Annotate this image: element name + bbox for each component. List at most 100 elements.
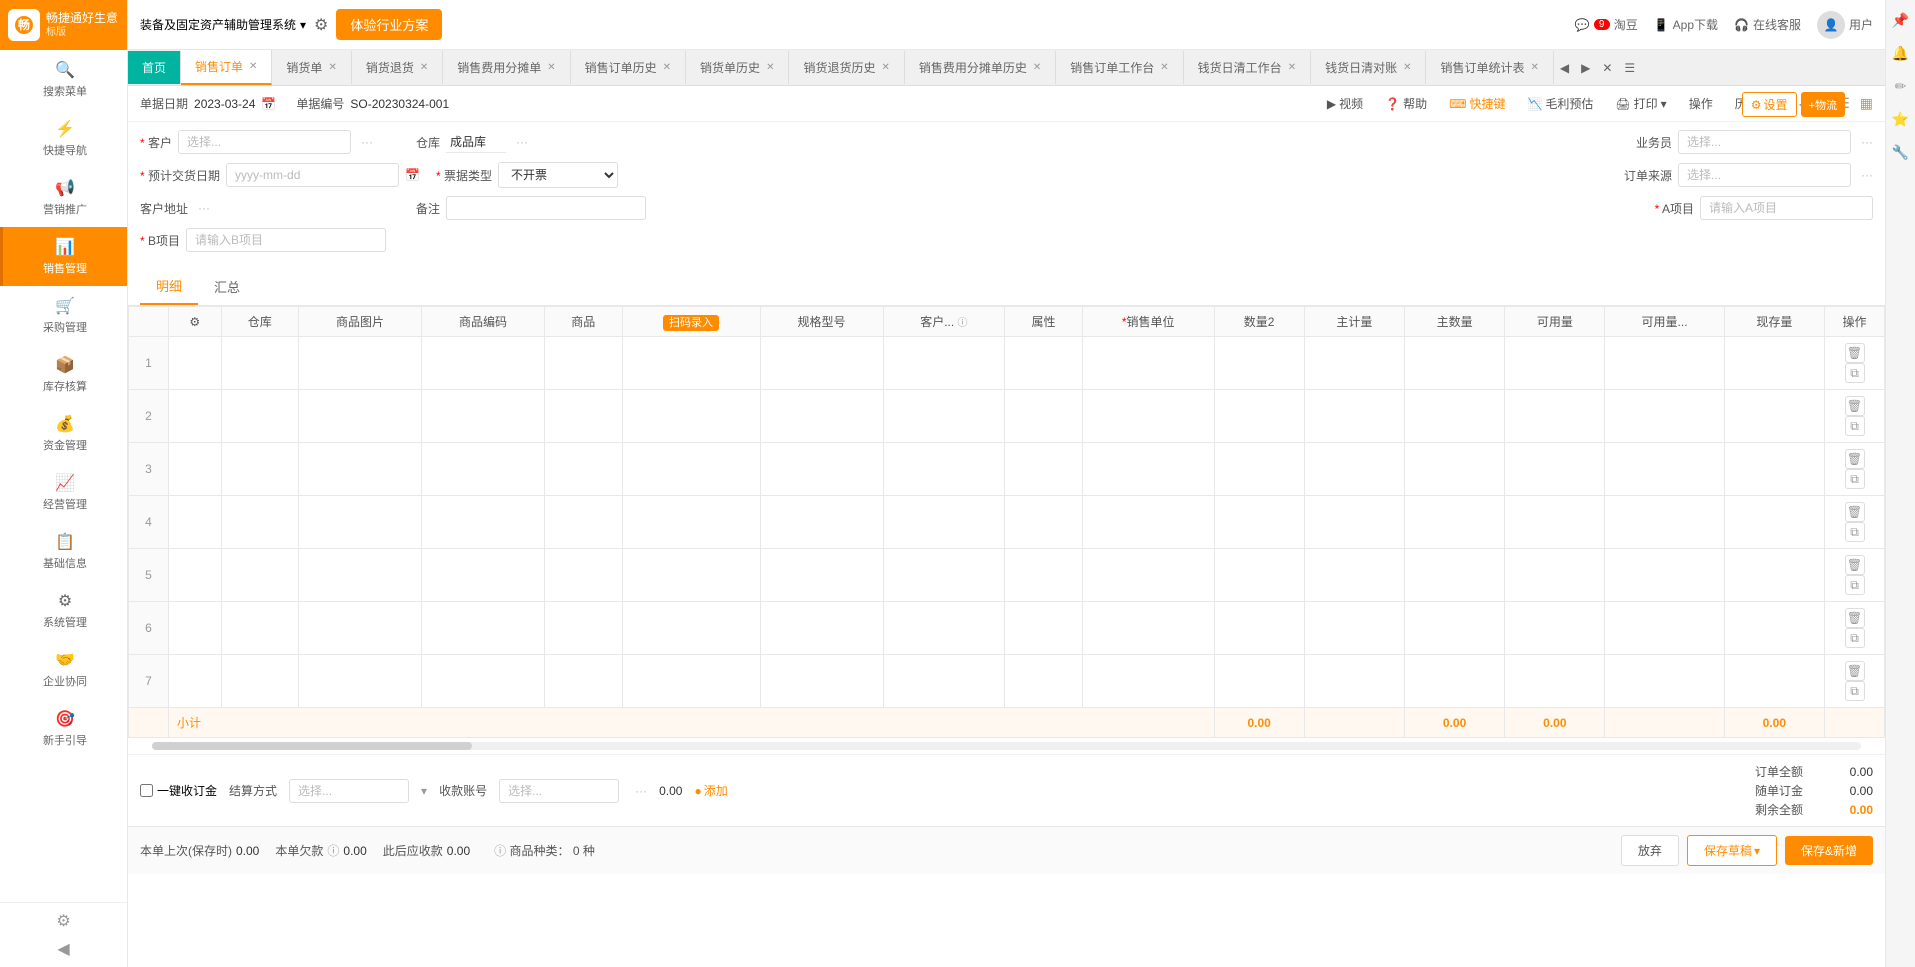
copy-row-btn[interactable]: ⧉ bbox=[1845, 469, 1865, 489]
detail-tab-detail[interactable]: 明细 bbox=[140, 268, 198, 305]
tab-home[interactable]: 首页 bbox=[128, 51, 181, 84]
sidebar-item-enterprise[interactable]: 🤝 企业协同 bbox=[0, 640, 127, 699]
tab-sales-workbench[interactable]: 销售订单工作台 ✕ bbox=[1056, 51, 1183, 84]
tab-cash-daily[interactable]: 钱货日清工作台 ✕ bbox=[1184, 51, 1311, 84]
delete-row-btn[interactable]: 🗑 bbox=[1845, 343, 1865, 363]
sidebar-item-marketing[interactable]: 📢 营销推广 bbox=[0, 168, 127, 227]
a-project-input[interactable] bbox=[1700, 196, 1873, 220]
tool-icon[interactable]: 🔧 bbox=[1888, 140, 1913, 165]
tab-sales-fee-split[interactable]: 销售费用分摊单 ✕ bbox=[443, 51, 570, 84]
tab-sales-refund-history[interactable]: 销货退货历史 ✕ bbox=[789, 51, 904, 84]
tab-close-sales-summary[interactable]: ✕ bbox=[1531, 62, 1539, 73]
staff-input[interactable] bbox=[1678, 130, 1851, 154]
sidebar-item-system[interactable]: ⚙ 系统管理 bbox=[0, 581, 127, 640]
tab-cash-reconcile[interactable]: 钱货日清对账 ✕ bbox=[1311, 51, 1426, 84]
sidebar-item-operations[interactable]: 📈 经营管理 bbox=[0, 463, 127, 522]
scrollbar-track[interactable] bbox=[152, 742, 1861, 750]
customer-dots-icon[interactable]: ··· bbox=[361, 135, 373, 149]
discard-btn[interactable]: 放弃 bbox=[1621, 835, 1679, 866]
sidebar-item-base[interactable]: 📋 基础信息 bbox=[0, 522, 127, 581]
copy-row-btn[interactable]: ⧉ bbox=[1845, 522, 1865, 542]
system-title[interactable]: 装备及固定资产辅助管理系统 ▾ bbox=[140, 16, 306, 33]
app-download-btn[interactable]: 📱 App下载 bbox=[1654, 16, 1718, 33]
tab-close-all[interactable]: ✕ bbox=[1596, 57, 1618, 79]
tab-scroll-left[interactable]: ◀ bbox=[1554, 57, 1575, 79]
copy-row-btn[interactable]: ⧉ bbox=[1845, 628, 1865, 648]
sidebar-item-purchase[interactable]: 🛒 采购管理 bbox=[0, 286, 127, 345]
col-settings[interactable]: ⚙ bbox=[169, 307, 222, 337]
tab-sales-order-history[interactable]: 销售订单历史 ✕ bbox=[571, 51, 686, 84]
tab-sales-return[interactable]: 销货单 ✕ bbox=[272, 51, 351, 84]
staff-dots-icon[interactable]: ··· bbox=[1861, 135, 1873, 149]
tab-menu[interactable]: ☰ bbox=[1618, 57, 1641, 79]
tab-close-sales-order[interactable]: ✕ bbox=[249, 61, 257, 72]
help-btn[interactable]: ❓ 帮助 bbox=[1379, 92, 1433, 115]
collapse-icon[interactable]: ◀ bbox=[57, 939, 69, 959]
delete-row-btn[interactable]: 🗑 bbox=[1845, 555, 1865, 575]
grid-view-icon[interactable]: ▦ bbox=[1860, 95, 1873, 112]
message-btn[interactable]: 💬 9 淘豆 bbox=[1575, 16, 1638, 33]
delete-row-btn[interactable]: 🗑 bbox=[1845, 608, 1865, 628]
sidebar-item-search[interactable]: 🔍 搜索菜单 bbox=[0, 50, 127, 109]
delete-row-btn[interactable]: 🗑 bbox=[1845, 502, 1865, 522]
profit-btn[interactable]: 📉 毛利预估 bbox=[1521, 92, 1599, 115]
tab-close-sales-return[interactable]: ✕ bbox=[328, 62, 336, 73]
settings-bottom-icon[interactable]: ⚙ bbox=[56, 911, 70, 931]
tab-close-cash-daily[interactable]: ✕ bbox=[1288, 62, 1296, 73]
sidebar-item-sales[interactable]: 📊 销售管理 bbox=[0, 227, 127, 286]
delete-row-btn[interactable]: 🗑 bbox=[1845, 449, 1865, 469]
view-btn[interactable]: ▶ 视频 bbox=[1321, 92, 1369, 115]
sidebar-item-quick-nav[interactable]: ⚡ 快捷导航 bbox=[0, 109, 127, 168]
setup-btn[interactable]: ⚙ 设置 bbox=[1742, 92, 1797, 117]
calendar-icon[interactable]: 📅 bbox=[261, 97, 276, 111]
sidebar-item-inventory[interactable]: 📦 库存核算 bbox=[0, 345, 127, 404]
delete-row-btn[interactable]: 🗑 bbox=[1845, 661, 1865, 681]
tab-sales-fee-history[interactable]: 销售费用分摊单历史 ✕ bbox=[905, 51, 1056, 84]
tab-scroll-right[interactable]: ▶ bbox=[1575, 57, 1596, 79]
tab-close-sales-order-history[interactable]: ✕ bbox=[663, 62, 671, 73]
one-click-input[interactable] bbox=[140, 784, 153, 797]
delivery-calendar-icon[interactable]: 📅 bbox=[405, 168, 420, 182]
tab-close-sales-refund-history[interactable]: ✕ bbox=[881, 62, 889, 73]
online-service-btn[interactable]: 🎧 在线客服 bbox=[1734, 16, 1801, 33]
print-btn[interactable]: 🖨 打印 ▾ bbox=[1609, 92, 1672, 115]
bank-dots-icon[interactable]: ··· bbox=[635, 784, 647, 798]
edit-icon[interactable]: ✏ bbox=[1891, 74, 1911, 99]
col-scan[interactable]: 扫码录入 bbox=[622, 307, 760, 337]
save-new-btn[interactable]: 保存&新增 bbox=[1785, 836, 1873, 865]
star-icon[interactable]: ⭐ bbox=[1888, 107, 1913, 132]
tab-close-sales-fee-split[interactable]: ✕ bbox=[547, 62, 555, 73]
bell-icon[interactable]: 🔔 bbox=[1888, 41, 1913, 66]
copy-row-btn[interactable]: ⧉ bbox=[1845, 363, 1865, 383]
copy-row-btn[interactable]: ⧉ bbox=[1845, 681, 1865, 701]
pin-icon[interactable]: 📌 bbox=[1888, 8, 1913, 33]
sidebar-item-guide[interactable]: 🎯 新手引导 bbox=[0, 699, 127, 758]
payment-method-select[interactable] bbox=[289, 779, 409, 803]
copy-row-btn[interactable]: ⧉ bbox=[1845, 416, 1865, 436]
delivery-date-input[interactable] bbox=[226, 163, 399, 187]
sidebar-item-finance[interactable]: 💰 资金管理 bbox=[0, 404, 127, 463]
detail-tab-summary[interactable]: 汇总 bbox=[198, 269, 256, 304]
invoice-select[interactable]: 不开票 bbox=[498, 162, 618, 188]
order-source-input[interactable] bbox=[1678, 163, 1851, 187]
order-source-dots-icon[interactable]: ··· bbox=[1861, 168, 1873, 182]
tab-sales-order[interactable]: 销售订单 ✕ bbox=[181, 50, 272, 85]
tab-close-sales-workbench[interactable]: ✕ bbox=[1160, 62, 1168, 73]
warehouse-dots-icon[interactable]: ··· bbox=[516, 135, 528, 149]
delete-row-btn[interactable]: 🗑 bbox=[1845, 396, 1865, 416]
shortcuts-btn[interactable]: ⌨ 快捷键 bbox=[1443, 92, 1511, 115]
operations-btn[interactable]: 操作 bbox=[1683, 92, 1719, 115]
tab-sales-summary[interactable]: 销售订单统计表 ✕ bbox=[1426, 51, 1553, 84]
addr-dots-icon[interactable]: ··· bbox=[198, 201, 210, 215]
tab-sales-refund[interactable]: 销货退货 ✕ bbox=[352, 51, 443, 84]
copy-row-btn[interactable]: ⧉ bbox=[1845, 575, 1865, 595]
one-click-checkbox[interactable]: 一键收订金 bbox=[140, 782, 217, 799]
b-project-input[interactable] bbox=[186, 228, 386, 252]
tab-close-sales-fee-history[interactable]: ✕ bbox=[1033, 62, 1041, 73]
tab-close-sales-refund[interactable]: ✕ bbox=[420, 62, 428, 73]
user-menu[interactable]: 👤 用户 bbox=[1817, 11, 1873, 39]
tab-close-sales-history[interactable]: ✕ bbox=[766, 62, 774, 73]
add-payment-btn[interactable]: ● 添加 bbox=[694, 782, 727, 799]
bank-account-input[interactable] bbox=[499, 779, 619, 803]
scrollbar-thumb[interactable] bbox=[152, 742, 472, 750]
